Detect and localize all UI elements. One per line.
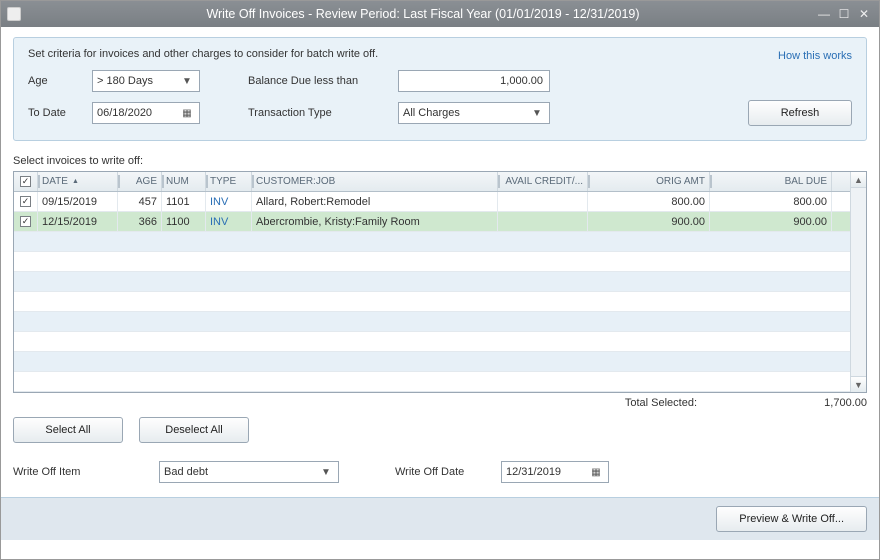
todate-input[interactable]: 06/18/2020 ▦ bbox=[92, 102, 200, 124]
criteria-panel: Set criteria for invoices and other char… bbox=[13, 37, 867, 141]
cell-customer: Allard, Robert:Remodel bbox=[252, 192, 498, 211]
txntype-combo[interactable]: All Charges ▼ bbox=[398, 102, 550, 124]
cell-bal: 800.00 bbox=[710, 192, 832, 211]
scroll-up-icon[interactable]: ▲ bbox=[851, 172, 866, 188]
header-num[interactable]: NUM bbox=[162, 172, 206, 191]
writeoff-item-label: Write Off Item bbox=[13, 466, 143, 478]
writeoff-date-value: 12/31/2019 bbox=[506, 466, 561, 478]
calendar-icon[interactable]: ▦ bbox=[179, 108, 195, 119]
vertical-scrollbar[interactable]: ▲ ▼ bbox=[850, 172, 866, 392]
select-all-button[interactable]: Select All bbox=[13, 417, 123, 443]
cell-orig: 900.00 bbox=[588, 212, 710, 231]
balance-input[interactable]: 1,000.00 bbox=[398, 70, 550, 92]
header-date[interactable]: DATE bbox=[38, 172, 118, 191]
calendar-icon[interactable]: ▦ bbox=[588, 467, 604, 478]
criteria-description: Set criteria for invoices and other char… bbox=[28, 48, 852, 60]
row-checkbox[interactable]: ✓ bbox=[14, 212, 38, 231]
age-combo[interactable]: > 180 Days ▼ bbox=[92, 70, 200, 92]
writeoff-item-combo[interactable]: Bad debt ▼ bbox=[159, 461, 339, 483]
chevron-down-icon: ▼ bbox=[179, 76, 195, 87]
header-bal[interactable]: BAL DUE bbox=[710, 172, 832, 191]
grid-header: ✓ DATE AGE NUM TYPE CUSTOMER:JOB AVAIL C… bbox=[14, 172, 850, 192]
table-row-empty bbox=[14, 372, 850, 392]
cell-num: 1100 bbox=[162, 212, 206, 231]
cell-type[interactable]: INV bbox=[206, 212, 252, 231]
cell-date: 12/15/2019 bbox=[38, 212, 118, 231]
txntype-label: Transaction Type bbox=[248, 107, 398, 119]
header-avail[interactable]: AVAIL CREDIT/... bbox=[498, 172, 588, 191]
balance-label: Balance Due less than bbox=[248, 75, 398, 87]
todate-value: 06/18/2020 bbox=[97, 107, 152, 119]
table-row-empty bbox=[14, 252, 850, 272]
cell-date: 09/15/2019 bbox=[38, 192, 118, 211]
cell-avail bbox=[498, 192, 588, 211]
header-checkbox[interactable]: ✓ bbox=[14, 172, 38, 191]
how-this-works-link[interactable]: How this works bbox=[778, 50, 852, 62]
cell-avail bbox=[498, 212, 588, 231]
cell-orig: 800.00 bbox=[588, 192, 710, 211]
chevron-down-icon: ▼ bbox=[318, 467, 334, 478]
row-checkbox[interactable]: ✓ bbox=[14, 192, 38, 211]
table-row-empty bbox=[14, 332, 850, 352]
preview-writeoff-button[interactable]: Preview & Write Off... bbox=[716, 506, 867, 532]
scroll-down-icon[interactable]: ▼ bbox=[851, 376, 866, 392]
cell-num: 1101 bbox=[162, 192, 206, 211]
deselect-all-button[interactable]: Deselect All bbox=[139, 417, 249, 443]
age-label: Age bbox=[28, 75, 92, 87]
header-customer[interactable]: CUSTOMER:JOB bbox=[252, 172, 498, 191]
invoice-grid: ✓ DATE AGE NUM TYPE CUSTOMER:JOB AVAIL C… bbox=[13, 171, 867, 393]
cell-age: 366 bbox=[118, 212, 162, 231]
table-row-empty bbox=[14, 292, 850, 312]
header-age[interactable]: AGE bbox=[118, 172, 162, 191]
header-type[interactable]: TYPE bbox=[206, 172, 252, 191]
refresh-button[interactable]: Refresh bbox=[748, 100, 852, 126]
maximize-button[interactable]: ☐ bbox=[835, 6, 853, 22]
scroll-track[interactable] bbox=[851, 188, 866, 376]
grid-section-label: Select invoices to write off: bbox=[13, 155, 867, 167]
writeoff-date-input[interactable]: 12/31/2019 ▦ bbox=[501, 461, 609, 483]
age-value: > 180 Days bbox=[97, 75, 153, 87]
chevron-down-icon: ▼ bbox=[529, 108, 545, 119]
balance-value: 1,000.00 bbox=[500, 75, 543, 87]
total-value: 1,700.00 bbox=[757, 397, 867, 409]
total-label: Total Selected: bbox=[625, 397, 697, 409]
grid-body: ✓ 09/15/2019 457 1101 INV Allard, Robert… bbox=[14, 192, 850, 392]
footer-bar: Preview & Write Off... bbox=[1, 497, 879, 540]
cell-customer: Abercrombie, Kristy:Family Room bbox=[252, 212, 498, 231]
titlebar: Write Off Invoices - Review Period: Last… bbox=[1, 1, 879, 27]
cell-type[interactable]: INV bbox=[206, 192, 252, 211]
cell-bal: 900.00 bbox=[710, 212, 832, 231]
table-row-empty bbox=[14, 272, 850, 292]
table-row-empty bbox=[14, 352, 850, 372]
writeoff-item-value: Bad debt bbox=[164, 466, 208, 478]
table-row[interactable]: ✓ 09/15/2019 457 1101 INV Allard, Robert… bbox=[14, 192, 850, 212]
todate-label: To Date bbox=[28, 107, 92, 119]
close-button[interactable]: ✕ bbox=[855, 6, 873, 22]
cell-age: 457 bbox=[118, 192, 162, 211]
txntype-value: All Charges bbox=[403, 107, 460, 119]
window-title: Write Off Invoices - Review Period: Last… bbox=[31, 7, 815, 21]
table-row-empty bbox=[14, 312, 850, 332]
total-row: Total Selected: 1,700.00 bbox=[13, 393, 867, 417]
writeoff-date-label: Write Off Date bbox=[395, 466, 485, 478]
app-icon bbox=[7, 7, 21, 21]
minimize-button[interactable]: — bbox=[815, 6, 833, 22]
table-row[interactable]: ✓ 12/15/2019 366 1100 INV Abercrombie, K… bbox=[14, 212, 850, 232]
header-orig[interactable]: ORIG AMT bbox=[588, 172, 710, 191]
table-row-empty bbox=[14, 232, 850, 252]
